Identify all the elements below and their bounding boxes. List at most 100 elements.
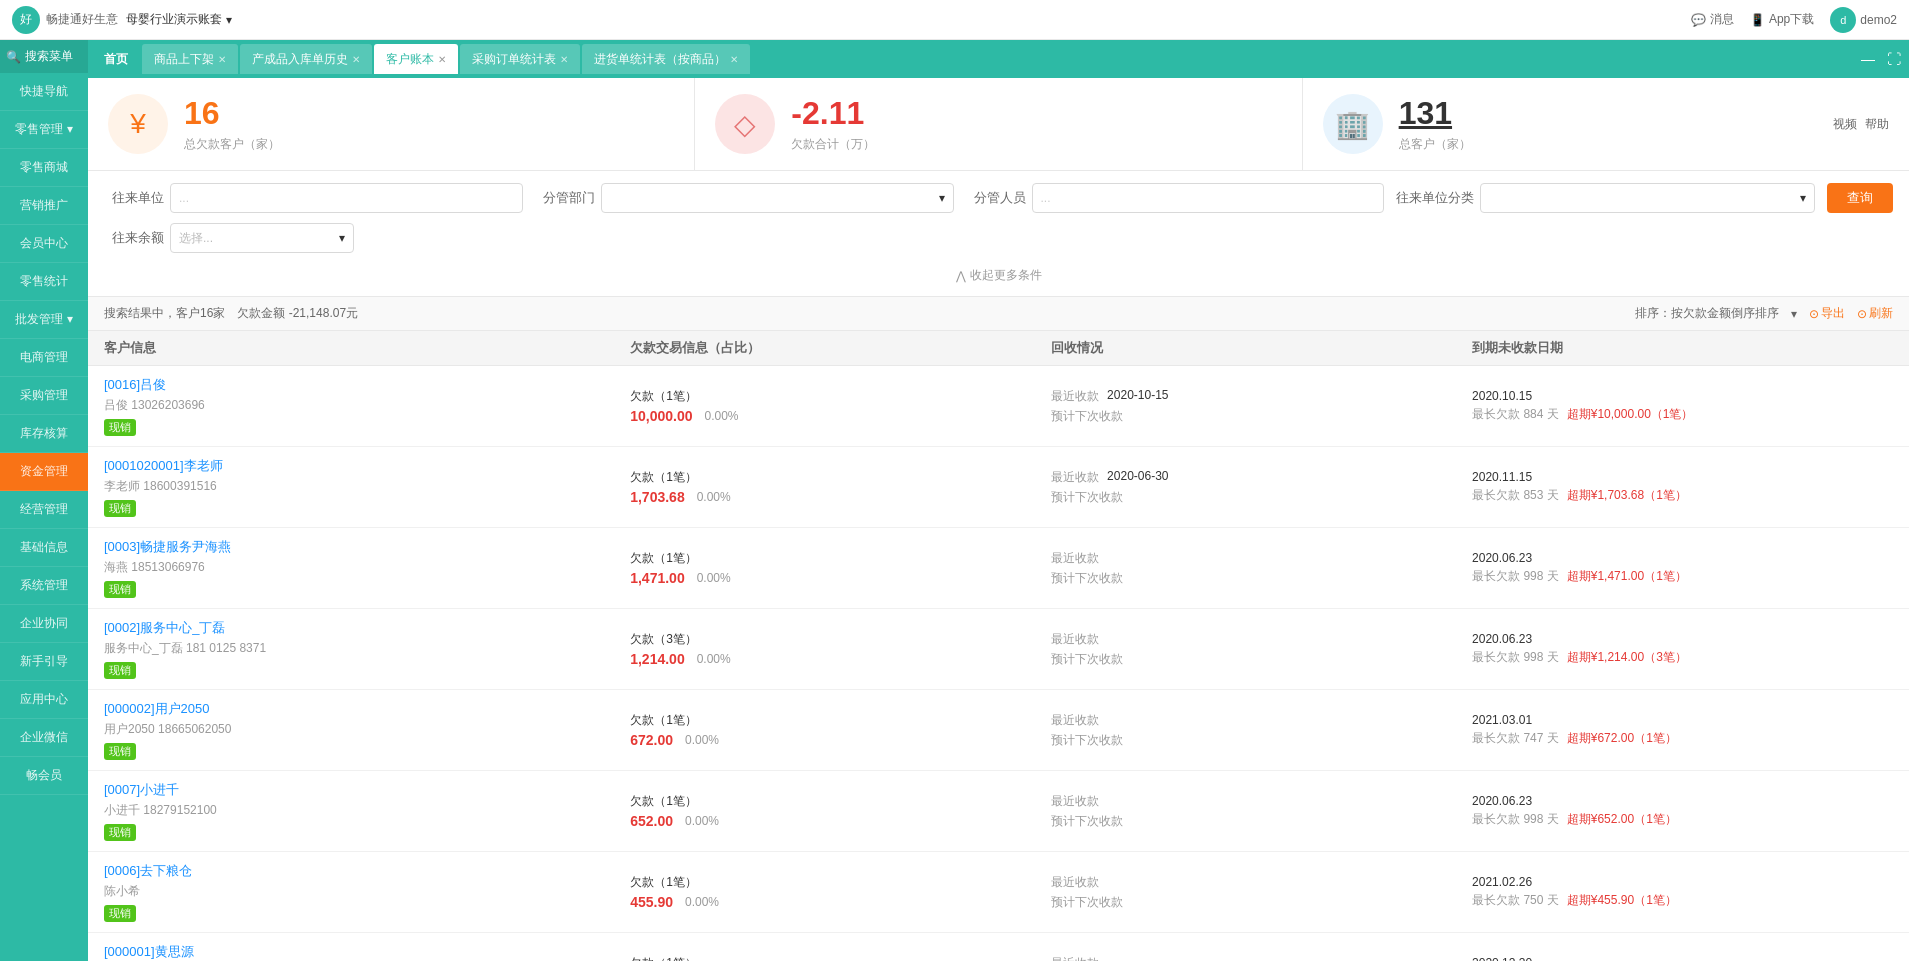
tab-home[interactable]: 首页 (92, 44, 140, 74)
collapse-btn[interactable]: ⋀ 收起更多条件 (956, 267, 1042, 284)
tabs-bar: 首页 商品上下架 ✕ 产成品入库单历史 ✕ 客户账本 ✕ 采购订单统计表 ✕ 进… (88, 40, 1909, 78)
debt-amount-0[interactable]: 10,000.00 (630, 408, 692, 424)
company-selector[interactable]: 母婴行业演示账套 ▾ (126, 11, 232, 28)
collect-next-0: 预计下次收款 (1051, 408, 1472, 425)
app-download-btn[interactable]: 📱 App下载 (1750, 11, 1814, 28)
sidebar-item-business[interactable]: 经营管理 (0, 491, 88, 529)
overdue-link-4[interactable]: 超期¥672.00（1笔） (1567, 730, 1677, 747)
cell-customer-7: [000001]黄思源 黄思源 13552700226 现销 (104, 943, 630, 961)
summary-cards: ¥ 16 总欠款客户（家） ◇ -2.11 欠款合计（万） 🏢 (88, 78, 1909, 171)
customer-name-0[interactable]: [0016]吕俊 (104, 376, 630, 394)
tab-products-off[interactable]: 商品上下架 ✕ (142, 44, 238, 74)
tabs-minimize-btn[interactable]: — (1857, 47, 1879, 71)
source-unit-label: 往来单位 (104, 189, 164, 207)
sidebar-item-ecommerce[interactable]: 电商管理 (0, 339, 88, 377)
card-number-debt-total: -2.11 (791, 95, 875, 132)
overdue-link-3[interactable]: 超期¥1,214.00（3笔） (1567, 649, 1687, 666)
sidebar-item-quick-nav[interactable]: 快捷导航 (0, 73, 88, 111)
customer-name-4[interactable]: [000002]用户2050 (104, 700, 630, 718)
customer-name-5[interactable]: [0007]小进千 (104, 781, 630, 799)
customer-name-7[interactable]: [000001]黄思源 (104, 943, 630, 961)
customer-name-2[interactable]: [0003]畅捷服务尹海燕 (104, 538, 630, 556)
overdue-link-6[interactable]: 超期¥455.90（1笔） (1567, 892, 1677, 909)
sidebar-item-retail-mall[interactable]: 零售商城 (0, 149, 88, 187)
dept-label: 分管部门 (535, 189, 595, 207)
export-btn[interactable]: ⊙ 导出 (1809, 305, 1845, 322)
sort-label: 排序：按欠款金额倒序排序 (1635, 305, 1779, 322)
message-label: 消息 (1710, 11, 1734, 28)
debt-amount-3[interactable]: 1,214.00 (630, 651, 685, 667)
help-btn[interactable]: 帮助 (1865, 116, 1889, 133)
overdue-link-2[interactable]: 超期¥1,471.00（1笔） (1567, 568, 1687, 585)
debt-amount-1[interactable]: 1,703.68 (630, 489, 685, 505)
tabs-bar-right: — ⛶ (1857, 47, 1905, 71)
sidebar-item-retail-stats[interactable]: 零售统计 (0, 263, 88, 301)
sidebar-item-app-center[interactable]: 应用中心 (0, 681, 88, 719)
customer-sub-0: 吕俊 13026203696 (104, 397, 630, 414)
balance-select[interactable]: 选择... ▾ (170, 223, 354, 253)
sidebar-item-inventory[interactable]: 库存核算 (0, 415, 88, 453)
col-debt-info: 欠款交易信息（占比） (630, 339, 1051, 357)
app-label: App下载 (1769, 11, 1814, 28)
refresh-btn[interactable]: ⊙ 刷新 (1857, 305, 1893, 322)
avatar: d (1830, 7, 1856, 33)
unit-class-select[interactable]: ▾ (1480, 183, 1815, 213)
sidebar-item-retail-mgmt[interactable]: 零售管理 ▾ (0, 111, 88, 149)
customer-name-6[interactable]: [0006]去下粮仓 (104, 862, 630, 880)
col-collection: 回收情况 (1051, 339, 1472, 357)
filter-area: 往来单位 ... 分管部门 ▾ 分管人员 (88, 171, 1909, 297)
sidebar-item-member-plus[interactable]: 畅会员 (0, 757, 88, 795)
debt-count-1: 欠款（1笔） (630, 469, 1051, 486)
customer-name-3[interactable]: [0002]服务中心_丁磊 (104, 619, 630, 637)
customer-name-1[interactable]: [0001020001]李老师 (104, 457, 630, 475)
card-info-debt-customers: 16 总欠款客户（家） (184, 95, 280, 153)
tab-close-product-history[interactable]: ✕ (352, 54, 360, 65)
overdue-link-1[interactable]: 超期¥1,703.68（1笔） (1567, 487, 1687, 504)
tab-purchase-summary[interactable]: 采购订单统计表 ✕ (460, 44, 580, 74)
tab-inbound-summary[interactable]: 进货单统计表（按商品） ✕ (582, 44, 750, 74)
debt-amount-6[interactable]: 455.90 (630, 894, 673, 910)
dept-select[interactable]: ▾ (601, 183, 954, 213)
tab-close-purchase-summary[interactable]: ✕ (560, 54, 568, 65)
tabs-maximize-btn[interactable]: ⛶ (1883, 47, 1905, 71)
tab-close-customer-account[interactable]: ✕ (438, 54, 446, 65)
tab-product-history[interactable]: 产成品入库单历史 ✕ (240, 44, 372, 74)
debt-amount-5[interactable]: 652.00 (630, 813, 673, 829)
collect-label-0: 最近收款 (1051, 388, 1099, 405)
user-avatar-area[interactable]: d demo2 (1830, 7, 1897, 33)
overdue-link-0[interactable]: 超期¥10,000.00（1笔） (1567, 406, 1694, 423)
cell-debt-1: 欠款（1笔） 1,703.68 0.00% (630, 457, 1051, 517)
search-button[interactable]: 查询 (1827, 183, 1893, 213)
sidebar-item-purchase[interactable]: 采购管理 (0, 377, 88, 415)
video-btn[interactable]: 视频 (1833, 116, 1857, 133)
cell-debt-4: 欠款（1笔） 672.00 0.00% (630, 700, 1051, 760)
cell-overdue-0: 2020.10.15 最长欠款 884 天 超期¥10,000.00（1笔） (1472, 376, 1893, 436)
sidebar-item-marketing[interactable]: 营销推广 (0, 187, 88, 225)
debt-amount-2[interactable]: 1,471.00 (630, 570, 685, 586)
sidebar-item-basic-info[interactable]: 基础信息 (0, 529, 88, 567)
tab-customer-account[interactable]: 客户账本 ✕ (374, 44, 458, 74)
message-btn[interactable]: 💬 消息 (1691, 11, 1734, 28)
sidebar-item-wechat[interactable]: 企业微信 (0, 719, 88, 757)
cell-collection-0: 最近收款 2020-10-15 预计下次收款 (1051, 376, 1472, 436)
tab-close-products-off[interactable]: ✕ (218, 54, 226, 65)
sidebar-item-finance[interactable]: 资金管理 (0, 453, 88, 491)
sidebar-item-newbie[interactable]: 新手引导 (0, 643, 88, 681)
search-menu-btn[interactable]: 🔍 搜索菜单 (0, 40, 88, 73)
cell-overdue-1: 2020.11.15 最长欠款 853 天 超期¥1,703.68（1笔） (1472, 457, 1893, 517)
sidebar-item-corp-collab[interactable]: 企业协同 (0, 605, 88, 643)
overdue-link-5[interactable]: 超期¥652.00（1笔） (1567, 811, 1677, 828)
manager-label: 分管人员 (966, 189, 1026, 207)
tab-close-inbound-summary[interactable]: ✕ (730, 54, 738, 65)
sidebar-item-system[interactable]: 系统管理 (0, 567, 88, 605)
cell-collection-2: 最近收款 预计下次收款 (1051, 538, 1472, 598)
sidebar-item-batch-mgmt[interactable]: 批发管理 ▾ (0, 301, 88, 339)
source-unit-input[interactable]: ... (170, 183, 523, 213)
cell-debt-2: 欠款（1笔） 1,471.00 0.00% (630, 538, 1051, 598)
logo-icon: 好 (12, 6, 40, 34)
manager-input[interactable]: ... (1032, 183, 1385, 213)
top-bar: 好 畅捷通好生意 母婴行业演示账套 ▾ 💬 消息 📱 App下载 d demo2 (0, 0, 1909, 40)
sidebar-item-members[interactable]: 会员中心 (0, 225, 88, 263)
col-customer-info: 客户信息 (104, 339, 630, 357)
debt-amount-4[interactable]: 672.00 (630, 732, 673, 748)
